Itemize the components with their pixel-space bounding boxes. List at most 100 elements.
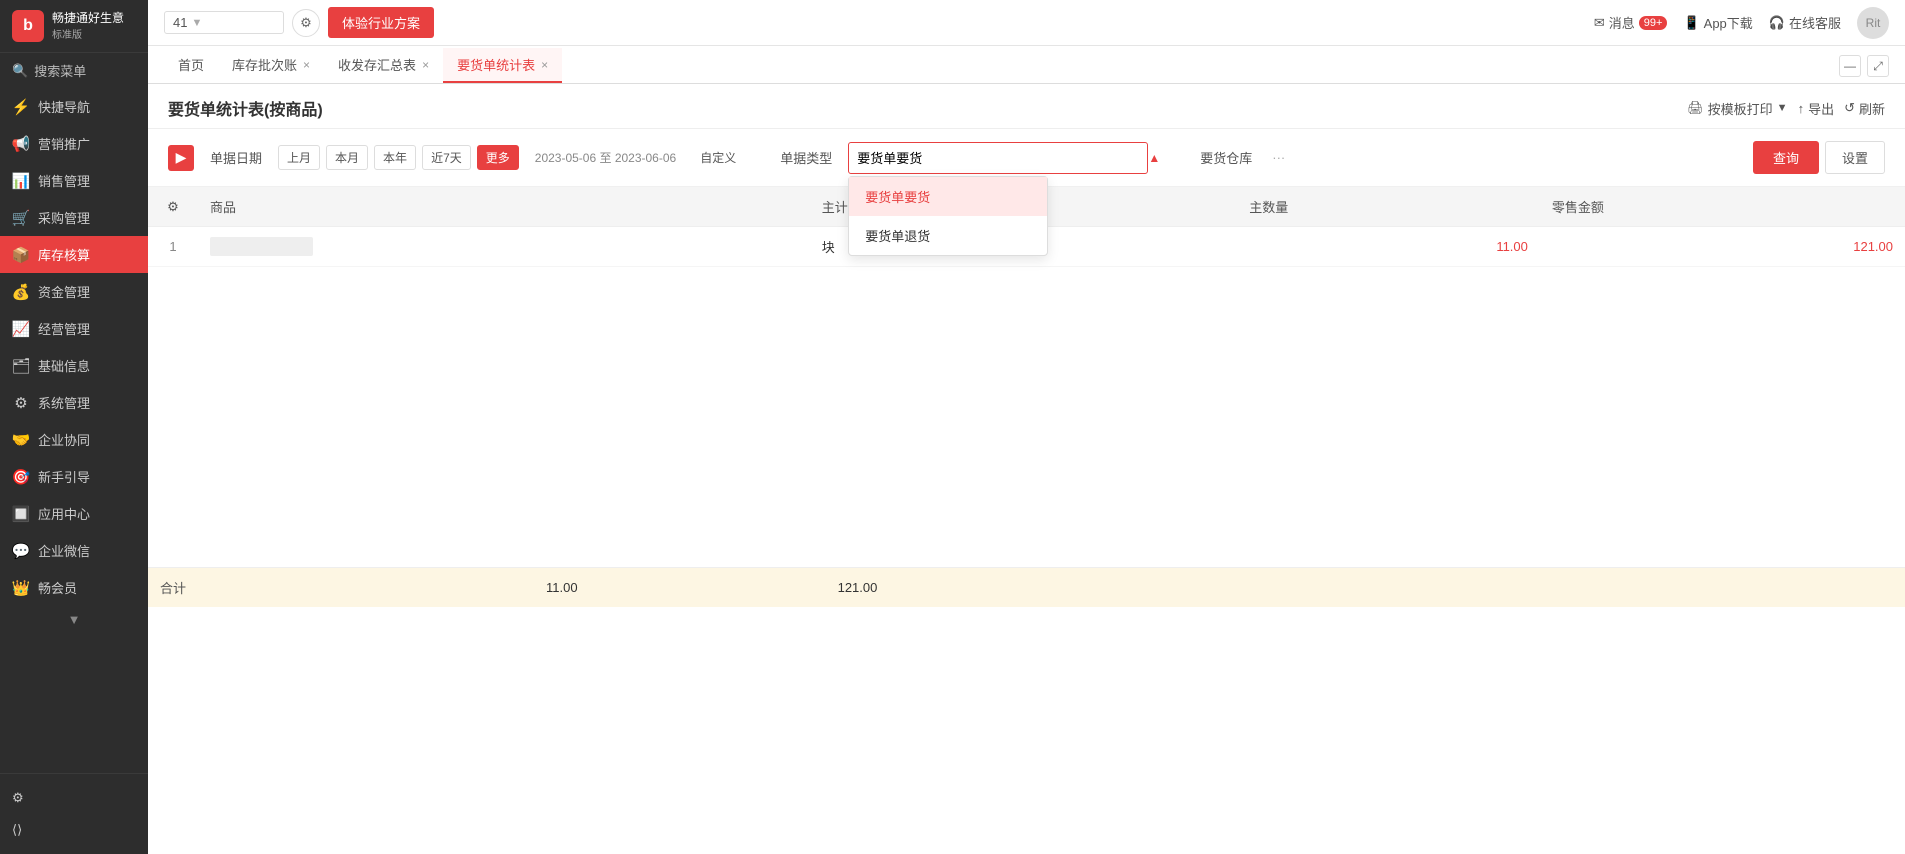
online-service-btn[interactable]: 🎧 在线客服 [1769, 13, 1841, 32]
sidebar-item-label: 应用中心 [38, 504, 90, 523]
app-logo-icon: b [12, 10, 44, 42]
guide-icon: 🎯 [12, 468, 30, 486]
app-download-btn[interactable]: 📱 App下载 [1683, 13, 1752, 32]
date-filter-label: 单据日期 [210, 148, 262, 167]
sidebar-item-enterprise-coop[interactable]: 🤝 企业协同 [0, 421, 148, 458]
tabs-actions: — ⤢ [1839, 55, 1889, 83]
this-year-btn[interactable]: 本年 [374, 145, 416, 170]
date-shortcuts: 上月 本月 本年 近7天 更多 [278, 145, 519, 170]
dropdown-item-order-goods[interactable]: 要货单要货 [849, 177, 1047, 216]
settings-button[interactable]: 设置 [1825, 141, 1885, 174]
th-settings[interactable]: ⚙ [148, 187, 198, 227]
tab-home-label: 首页 [178, 55, 204, 74]
type-select-wrapper: 要货单要货 ▲ 要货单要货 要货单退货 [848, 142, 1168, 174]
dropdown-item-order-return[interactable]: 要货单退货 [849, 216, 1047, 255]
filter-bar: ▶ 单据日期 上月 本月 本年 近7天 更多 2023-05-06 至 2023… [148, 129, 1905, 187]
export-btn[interactable]: ↑ 导出 [1798, 99, 1835, 118]
user-avatar[interactable]: Rit [1857, 7, 1889, 39]
more-dates-btn[interactable]: 更多 [477, 145, 519, 170]
refresh-btn[interactable]: ↺ 刷新 [1844, 99, 1885, 118]
last-7-days-btn[interactable]: 近7天 [422, 145, 471, 170]
sidebar-item-search[interactable]: 🔍 搜索菜单 [0, 53, 148, 88]
print-btn[interactable]: 🖨 按模板打印 ▼ [1687, 99, 1787, 118]
sidebar-item-member[interactable]: 👑 畅会员 [0, 569, 148, 606]
sidebar-item-system[interactable]: ⚙ 系统管理 [0, 384, 148, 421]
dropdown-item-label: 要货单要货 [865, 190, 930, 205]
print-label: 按模板打印 [1708, 99, 1773, 118]
this-month-btn[interactable]: 本月 [326, 145, 368, 170]
query-button[interactable]: 查询 [1753, 141, 1819, 174]
sidebar-item-label: 系统管理 [38, 393, 90, 412]
service-icon: 🎧 [1769, 15, 1785, 31]
app-center-icon: 🔲 [12, 505, 30, 523]
sidebar-item-label: 采购管理 [38, 208, 90, 227]
tab-minimize-btn[interactable]: — [1839, 55, 1861, 77]
main-area: 41 ▼ ⚙ 体验行业方案 ✉ 消息 99+ 📱 App下载 🎧 在线客服 [148, 0, 1905, 854]
sidebar-item-label: 企业微信 [38, 541, 90, 560]
company-select[interactable]: 41 ▼ [164, 11, 284, 34]
sidebar-logo: b 畅捷通好生意 标准版 [0, 0, 148, 53]
page-actions: 🖨 按模板打印 ▼ ↑ 导出 ↺ 刷新 [1687, 99, 1885, 118]
messages-btn[interactable]: ✉ 消息 99+ [1594, 13, 1668, 32]
sidebar-item-inventory[interactable]: 📦 库存核算 [0, 236, 148, 273]
tab-collection-summary-label: 收发存汇总表 [338, 55, 416, 74]
date-range-display: 2023-05-06 至 2023-06-06 [535, 149, 676, 166]
messages-label: 消息 [1609, 13, 1635, 32]
tab-collection-summary-close[interactable]: × [422, 58, 429, 72]
sidebar-item-quick-nav[interactable]: ⚡ 快捷导航 [0, 88, 148, 125]
table-footer: 合计 11.00 121.00 [148, 567, 1905, 607]
warehouse-more-btn[interactable]: ··· [1272, 150, 1285, 165]
tab-inventory-batch[interactable]: 库存批次账 × [218, 48, 324, 83]
type-filter-label: 单据类型 [780, 148, 832, 167]
sidebar-item-marketing[interactable]: 📢 营销推广 [0, 125, 148, 162]
sidebar-item-purchase[interactable]: 🛒 采购管理 [0, 199, 148, 236]
app-download-label: App下载 [1704, 13, 1753, 32]
tab-maximize-btn[interactable]: ⤢ [1867, 55, 1889, 77]
edition-label: 标准版 [52, 26, 124, 41]
type-select[interactable]: 要货单要货 [848, 142, 1148, 174]
th-product: 商品 [198, 187, 810, 227]
tab-order-stats[interactable]: 要货单统计表 × [443, 48, 562, 83]
tab-home[interactable]: 首页 [164, 48, 218, 83]
tab-order-stats-close[interactable]: × [541, 58, 548, 72]
warehouse-filter-label: 要货仓库 [1200, 148, 1252, 167]
sidebar-item-app-center[interactable]: 🔲 应用中心 [0, 495, 148, 532]
trial-button[interactable]: 体验行业方案 [328, 7, 434, 38]
sidebar-item-guide[interactable]: 🎯 新手引导 [0, 458, 148, 495]
filter-toggle-btn[interactable]: ▶ [168, 145, 194, 171]
page-content: 要货单统计表(按商品) 🖨 按模板打印 ▼ ↑ 导出 ↺ 刷新 [148, 84, 1905, 854]
sidebar-item-label: 资金管理 [38, 282, 90, 301]
finance-icon: 💰 [12, 283, 30, 301]
operations-icon: 📈 [12, 320, 30, 338]
enterprise-wechat-icon: 💬 [12, 542, 30, 560]
sidebar-settings-btn[interactable]: ⚙ [0, 782, 148, 814]
sidebar-item-sales[interactable]: 📊 销售管理 [0, 162, 148, 199]
gear-icon: ⚙ [300, 15, 312, 31]
topbar-left: 41 ▼ ⚙ 体验行业方案 [164, 7, 1582, 38]
td-row-no: 1 [148, 227, 198, 267]
sidebar-search-label: 搜索菜单 [34, 61, 86, 80]
sidebar-item-operations[interactable]: 📈 经营管理 [0, 310, 148, 347]
settings-icon: ⚙ [12, 790, 24, 806]
sidebar-item-finance[interactable]: 💰 资金管理 [0, 273, 148, 310]
custom-date-btn[interactable]: 自定义 [692, 146, 744, 169]
page-header: 要货单统计表(按商品) 🖨 按模板打印 ▼ ↑ 导出 ↺ 刷新 [148, 84, 1905, 129]
sidebar-bottom: ⚙ ⟨⟩ [0, 773, 148, 854]
tab-inventory-batch-close[interactable]: × [303, 58, 310, 72]
topbar: 41 ▼ ⚙ 体验行业方案 ✉ 消息 99+ 📱 App下载 🎧 在线客服 [148, 0, 1905, 46]
inventory-icon: 📦 [12, 246, 30, 264]
th-amount: 零售金额 [1540, 187, 1905, 227]
sidebar-item-label: 经营管理 [38, 319, 90, 338]
message-icon: ✉ [1594, 15, 1605, 31]
sidebar-item-enterprise-wechat[interactable]: 💬 企业微信 [0, 532, 148, 569]
export-label: 导出 [1808, 99, 1834, 118]
type-select-arrow[interactable]: ▲ [1148, 151, 1160, 165]
tab-collection-summary[interactable]: 收发存汇总表 × [324, 48, 443, 83]
th-gear-icon: ⚙ [167, 199, 179, 214]
sidebar-scroll-down[interactable]: ▼ [0, 606, 148, 633]
type-dropdown: 要货单要货 要货单退货 [848, 176, 1048, 256]
last-month-btn[interactable]: 上月 [278, 145, 320, 170]
sidebar-item-basic-info[interactable]: 🗂 基础信息 [0, 347, 148, 384]
topbar-settings-btn[interactable]: ⚙ [292, 9, 320, 37]
sidebar-collapse-btn[interactable]: ⟨⟩ [0, 814, 148, 846]
